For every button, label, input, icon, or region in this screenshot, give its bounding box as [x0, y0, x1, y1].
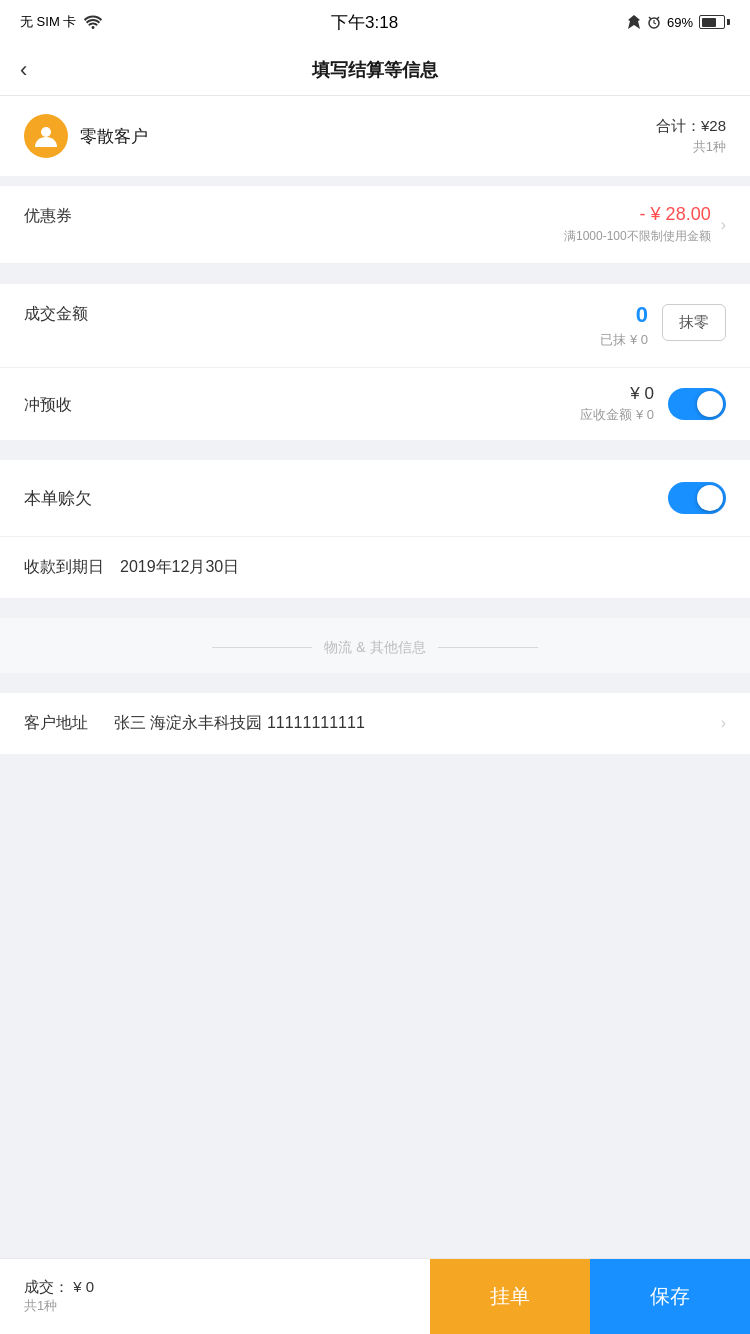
debt-section: 本单赊欠 收款到期日 2019年12月30日 [0, 460, 750, 598]
amount-sub: 已抹 ¥ 0 [600, 331, 648, 349]
coupon-amount: - ¥ 28.00 [564, 204, 711, 225]
toggle-knob [697, 391, 723, 417]
wifi-icon [84, 15, 102, 29]
status-left: 无 SIM 卡 [20, 13, 102, 31]
prepay-row: 冲预收 ¥ 0 应收金额 ¥ 0 [0, 367, 750, 440]
transaction-label: 成交金额 [24, 302, 104, 325]
logistics-text: 物流 & 其他信息 [324, 639, 425, 657]
duedate-row[interactable]: 收款到期日 2019年12月30日 [0, 536, 750, 598]
address-label: 客户地址 [24, 713, 104, 734]
prepay-toggle[interactable] [668, 388, 726, 420]
duedate-label: 收款到期日 [24, 557, 104, 578]
status-bar: 无 SIM 卡 下午3:18 69% [0, 0, 750, 44]
round-button[interactable]: 抹零 [662, 304, 726, 341]
coupon-right: - ¥ 28.00 满1000-100不限制使用金额 › [104, 204, 726, 245]
transaction-section: 成交金额 0 已抹 ¥ 0 抹零 冲预收 ¥ 0 应收金额 ¥ 0 [0, 283, 750, 440]
bottom-bar: 成交： ¥ 0 共1种 挂单 保存 [0, 1258, 750, 1334]
address-value: 张三 海淀永丰科技园 11111111111 [104, 713, 713, 734]
debt-toggle-knob [697, 485, 723, 511]
back-button[interactable]: ‹ [20, 57, 27, 83]
transaction-right: 0 已抹 ¥ 0 抹零 [600, 302, 726, 349]
customer-avatar [24, 114, 68, 158]
debt-toggle[interactable] [668, 482, 726, 514]
customer-name: 零散客户 [80, 125, 148, 148]
prepay-amount: ¥ 0 [580, 384, 654, 404]
transaction-row: 成交金额 0 已抹 ¥ 0 抹零 [0, 283, 750, 367]
debt-row: 本单赊欠 [0, 460, 750, 536]
coupon-section: 优惠券 - ¥ 28.00 满1000-100不限制使用金额 › [0, 186, 750, 263]
location-icon [627, 15, 641, 29]
content-area: 零散客户 合计：¥28 共1种 优惠券 - ¥ 28.00 满1000-100不… [0, 96, 750, 1044]
prepay-sub: 应收金额 ¥ 0 [580, 406, 654, 424]
address-row[interactable]: 客户地址 张三 海淀永丰科技园 11111111111 › [0, 693, 750, 754]
nav-bar: ‹ 填写结算等信息 [0, 44, 750, 96]
address-chevron: › [721, 714, 726, 732]
page-title: 填写结算等信息 [312, 58, 438, 82]
bottom-summary: 成交： ¥ 0 共1种 [0, 1278, 430, 1315]
battery-icon [699, 15, 730, 29]
customer-left: 零散客户 [24, 114, 148, 158]
divider-gray-1 [0, 273, 750, 283]
logistics-section: 物流 & 其他信息 [0, 618, 750, 673]
bottom-summary-title: 成交： ¥ 0 [24, 1278, 406, 1297]
prepay-right: ¥ 0 应收金额 ¥ 0 [580, 384, 726, 424]
duedate-value: 2019年12月30日 [120, 557, 239, 578]
battery-percent: 69% [667, 15, 693, 30]
logistics-divider: 物流 & 其他信息 [0, 618, 750, 673]
bottom-summary-count: 共1种 [24, 1297, 406, 1315]
status-right: 69% [627, 15, 730, 30]
address-section: 客户地址 张三 海淀永丰科技园 11111111111 › [0, 693, 750, 754]
prepay-info: ¥ 0 应收金额 ¥ 0 [580, 384, 654, 424]
divider-gray-3 [0, 608, 750, 618]
coupon-value: - ¥ 28.00 满1000-100不限制使用金额 [564, 204, 711, 245]
hold-button[interactable]: 挂单 [430, 1259, 590, 1334]
bottom-spacer [0, 764, 750, 964]
user-icon [33, 123, 59, 149]
coupon-desc: 满1000-100不限制使用金额 [564, 228, 711, 245]
bottom-actions: 挂单 保存 [430, 1259, 750, 1334]
no-sim-text: 无 SIM 卡 [20, 13, 76, 31]
customer-row: 零散客户 合计：¥28 共1种 [0, 96, 750, 176]
alarm-icon [647, 15, 661, 29]
coupon-label: 优惠券 [24, 204, 104, 227]
status-time: 下午3:18 [331, 11, 398, 34]
amount-info: 0 已抹 ¥ 0 [600, 302, 648, 349]
logistics-line: 物流 & 其他信息 [212, 639, 537, 657]
coupon-row[interactable]: 优惠券 - ¥ 28.00 满1000-100不限制使用金额 › [0, 186, 750, 263]
customer-count: 共1种 [656, 138, 726, 156]
save-button[interactable]: 保存 [590, 1259, 750, 1334]
divider-gray-2 [0, 450, 750, 460]
coupon-chevron: › [721, 216, 726, 234]
divider-gray-4 [0, 683, 750, 693]
customer-section: 零散客户 合计：¥28 共1种 [0, 96, 750, 176]
prepay-label: 冲预收 [24, 393, 104, 416]
customer-total: 合计：¥28 [656, 117, 726, 136]
amount-value: 0 [600, 302, 648, 328]
customer-right: 合计：¥28 共1种 [656, 117, 726, 156]
debt-label: 本单赊欠 [24, 487, 92, 510]
svg-point-1 [41, 127, 51, 137]
